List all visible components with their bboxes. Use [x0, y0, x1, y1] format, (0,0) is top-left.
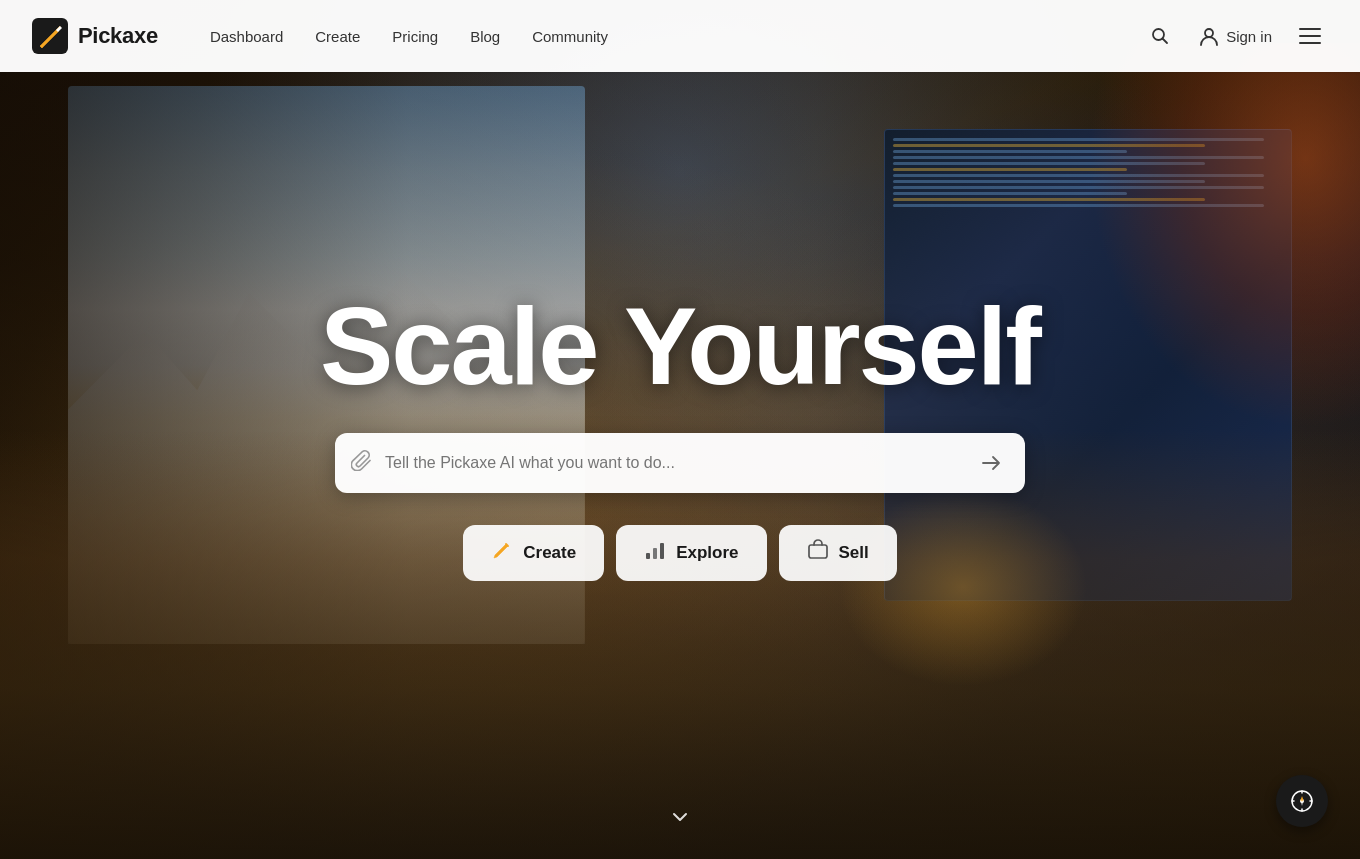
- cta-buttons: Create Explore Sell: [463, 525, 897, 581]
- sign-in-button[interactable]: Sign in: [1194, 17, 1276, 55]
- search-input[interactable]: [385, 454, 961, 472]
- hamburger-icon: [1299, 28, 1321, 44]
- nav-link-create[interactable]: Create: [303, 20, 372, 53]
- logo[interactable]: Pickaxe: [32, 18, 158, 54]
- fab-button[interactable]: [1276, 775, 1328, 827]
- hero-title: Scale Yourself: [320, 291, 1040, 401]
- hero-content: Scale Yourself Create: [0, 72, 1360, 859]
- cta-sell-button[interactable]: Sell: [779, 525, 897, 581]
- search-box: [335, 433, 1025, 493]
- svg-rect-6: [660, 543, 664, 559]
- cta-create-label: Create: [523, 543, 576, 563]
- cta-explore-button[interactable]: Explore: [616, 525, 766, 581]
- nav-link-community[interactable]: Community: [520, 20, 620, 53]
- sell-icon: [807, 539, 829, 566]
- nav-right: Sign in: [1142, 17, 1328, 55]
- sign-in-label: Sign in: [1226, 28, 1272, 45]
- create-icon: [491, 539, 513, 566]
- search-icon: [1150, 26, 1170, 46]
- compass-icon: [1289, 788, 1315, 814]
- nav-link-pricing[interactable]: Pricing: [380, 20, 450, 53]
- nav-link-dashboard[interactable]: Dashboard: [198, 20, 295, 53]
- nav-links: Dashboard Create Pricing Blog Community: [198, 20, 620, 53]
- svg-rect-5: [653, 548, 657, 559]
- cta-create-button[interactable]: Create: [463, 525, 604, 581]
- svg-rect-7: [809, 545, 827, 558]
- svg-point-3: [1205, 29, 1213, 37]
- scroll-indicator[interactable]: [668, 805, 692, 835]
- logo-text: Pickaxe: [78, 23, 158, 49]
- cta-explore-label: Explore: [676, 543, 738, 563]
- search-submit-button[interactable]: [973, 445, 1009, 481]
- cta-sell-label: Sell: [839, 543, 869, 563]
- nav-link-blog[interactable]: Blog: [458, 20, 512, 53]
- explore-icon: [644, 539, 666, 566]
- user-icon: [1198, 25, 1220, 47]
- logo-icon: [32, 18, 68, 54]
- nav-left: Pickaxe Dashboard Create Pricing Blog Co…: [32, 18, 620, 54]
- svg-rect-4: [646, 553, 650, 559]
- navbar: Pickaxe Dashboard Create Pricing Blog Co…: [0, 0, 1360, 72]
- attach-icon[interactable]: [351, 449, 373, 476]
- search-button[interactable]: [1142, 18, 1178, 54]
- svg-line-2: [1163, 39, 1168, 44]
- hamburger-menu-button[interactable]: [1292, 18, 1328, 54]
